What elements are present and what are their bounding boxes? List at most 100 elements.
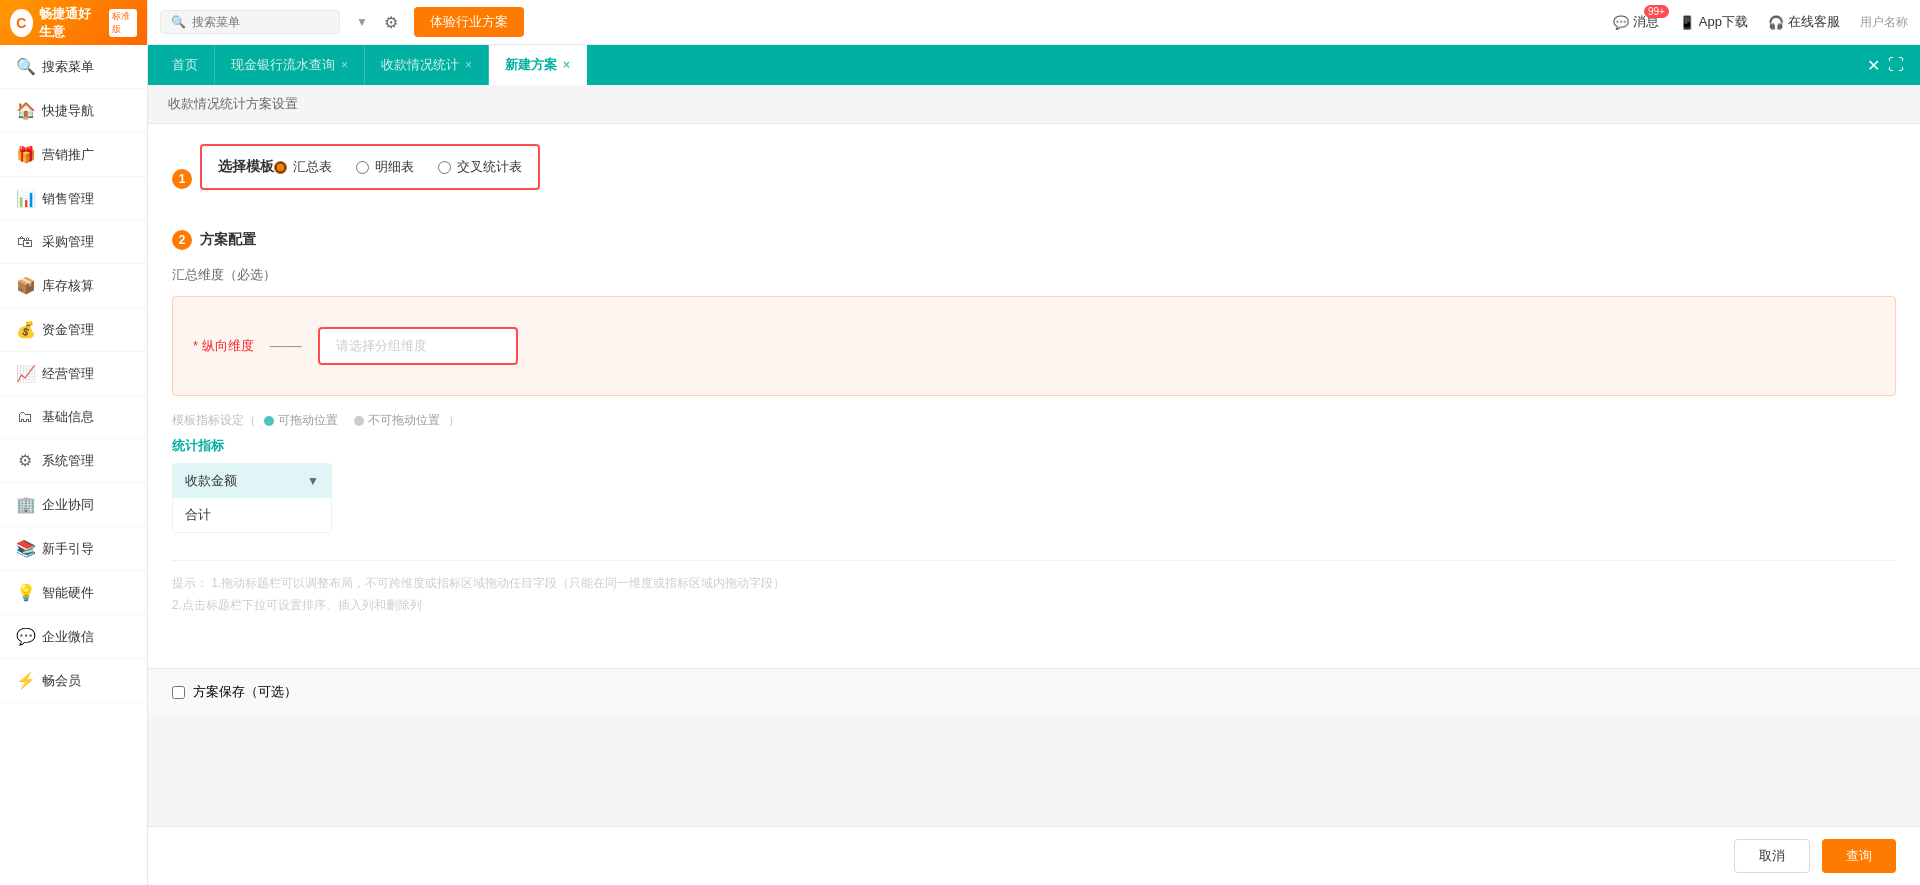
metrics-body-row: 合计 (173, 498, 331, 532)
sidebar-item-marketing[interactable]: 🎁 营销推广 (0, 133, 147, 177)
headset-icon: 🎧 (1768, 15, 1784, 30)
sidebar-item-sales[interactable]: 📊 销售管理 (0, 177, 147, 221)
tabbar: 首页 现金银行流水查询 × 收款情况统计 × 新建方案 × ✕ ⛶ (148, 45, 1920, 85)
metrics-legend: 可拖动位置 不可拖动位置 (264, 412, 440, 429)
section1-title: 1 选择模板 汇总表 明细表 交叉统 (172, 144, 1896, 214)
section2-header: 2 方案配置 (172, 230, 1896, 250)
sidebar-item-label: 营销推广 (42, 146, 94, 164)
dim-arrow-icon: —— (270, 337, 302, 355)
cancel-button[interactable]: 取消 (1734, 839, 1810, 873)
tab-bank-close[interactable]: × (341, 58, 348, 72)
tab-home[interactable]: 首页 (156, 45, 215, 85)
search-input[interactable] (192, 15, 312, 29)
template-detail[interactable]: 明细表 (356, 158, 414, 176)
template-detail-radio[interactable] (356, 161, 369, 174)
sidebar-item-system[interactable]: ⚙ 系统管理 (0, 439, 147, 483)
sidebar-item-management[interactable]: 📈 经营管理 (0, 352, 147, 396)
tab-new-label: 新建方案 (505, 56, 557, 74)
newbie-icon: 📚 (16, 539, 34, 558)
legend-draggable: 可拖动位置 (264, 412, 338, 429)
template-summary-radio[interactable] (274, 161, 287, 174)
service-btn[interactable]: 🎧 在线客服 (1768, 13, 1840, 31)
sidebar-item-label: 基础信息 (42, 408, 94, 426)
metrics-table: 收款金额 ▼ 合计 (172, 463, 332, 533)
metrics-hint: 模板指标设定（ 可拖动位置 不可拖动位置 ） (172, 412, 1896, 429)
dimension-area: * 纵向维度 —— 请选择分组维度 (172, 296, 1896, 396)
template-cross-label: 交叉统计表 (457, 158, 522, 176)
tab-new[interactable]: 新建方案 × (489, 45, 587, 85)
form-area: 1 选择模板 汇总表 明细表 交叉统 (148, 124, 1920, 668)
save-checkbox[interactable] (172, 686, 185, 699)
config-subtitle: 汇总维度（必选） (172, 266, 1896, 284)
management-icon: 📈 (16, 364, 34, 383)
sidebar-item-label: 销售管理 (42, 190, 94, 208)
sidebar-item-finance[interactable]: 💰 资金管理 (0, 308, 147, 352)
logo-text: 畅捷通好生意 (39, 5, 102, 41)
system-icon: ⚙ (16, 451, 34, 470)
sidebar-item-quicknav[interactable]: 🏠 快捷导航 (0, 89, 147, 133)
sidebar-item-newbie[interactable]: 📚 新手引导 (0, 527, 147, 571)
logo-area: C 畅捷通好生意 标准版 (0, 0, 147, 45)
sidebar-item-hardware[interactable]: 💡 智能硬件 (0, 571, 147, 615)
search-box[interactable]: 🔍 (160, 10, 340, 34)
legend-fixed: 不可拖动位置 (354, 412, 440, 429)
tab-bank-label: 现金银行流水查询 (231, 56, 335, 74)
query-button[interactable]: 查询 (1822, 839, 1896, 873)
dropdown-arrow-icon[interactable]: ▼ (356, 15, 368, 29)
message-btn[interactable]: 💬 消息 99+ (1613, 13, 1659, 31)
sidebar-item-member[interactable]: ⚡ 畅会员 (0, 659, 147, 703)
enterprise-icon: 🏢 (16, 495, 34, 514)
sidebar-item-search[interactable]: 🔍 搜索菜单 (0, 45, 147, 89)
sidebar-item-wechat[interactable]: 💬 企业微信 (0, 615, 147, 659)
sidebar-item-label: 智能硬件 (42, 584, 94, 602)
metrics-body-label: 合计 (185, 507, 211, 522)
tab-maximize-btn[interactable]: ⛶ (1888, 56, 1904, 75)
tab-close-window-btn[interactable]: ✕ (1867, 56, 1880, 75)
tab-home-label: 首页 (172, 56, 198, 74)
metrics-hint-label: 模板指标设定（ (172, 412, 256, 429)
tab-bank[interactable]: 现金银行流水查询 × (215, 45, 365, 85)
section1-label: 选择模板 (218, 158, 274, 176)
tip1: 提示： 1.拖动标题栏可以调整布局，不可跨维度或指标区域拖动任目字段（只能在同一… (172, 573, 1896, 595)
metrics-hint-close: ） (448, 412, 460, 429)
home-icon: 🏠 (16, 101, 34, 120)
sidebar-item-label: 快捷导航 (42, 102, 94, 120)
template-cross-radio[interactable] (438, 161, 451, 174)
metrics-chevron-icon[interactable]: ▼ (307, 474, 319, 488)
gift-icon: 🎁 (16, 145, 34, 164)
template-cross[interactable]: 交叉统计表 (438, 158, 522, 176)
search-icon: 🔍 (16, 57, 34, 76)
member-icon: ⚡ (16, 671, 34, 690)
sidebar-item-label: 搜索菜单 (42, 58, 94, 76)
tab-stats-close[interactable]: × (465, 58, 472, 72)
tab-stats[interactable]: 收款情况统计 × (365, 45, 489, 85)
template-section: 选择模板 汇总表 明细表 交叉统计表 (200, 144, 540, 190)
download-btn[interactable]: 📱 App下载 (1679, 13, 1748, 31)
sidebar-item-label: 采购管理 (42, 233, 94, 251)
industry-btn[interactable]: 体验行业方案 (414, 7, 524, 37)
dim-select-box[interactable]: 请选择分组维度 (318, 327, 518, 365)
sidebar-item-label: 资金管理 (42, 321, 94, 339)
sidebar-item-purchase[interactable]: 🛍 采购管理 (0, 221, 147, 264)
sidebar-item-label: 系统管理 (42, 452, 94, 470)
tips-area: 提示： 1.拖动标题栏可以调整布局，不可跨维度或指标区域拖动任目字段（只能在同一… (172, 560, 1896, 628)
sidebar-item-label: 畅会员 (42, 672, 81, 690)
sidebar-item-basic[interactable]: 🗂 基础信息 (0, 396, 147, 439)
save-option: 方案保存（可选） (148, 668, 1920, 715)
sidebar-item-enterprise[interactable]: 🏢 企业协同 (0, 483, 147, 527)
template-summary[interactable]: 汇总表 (274, 158, 332, 176)
dim-row: * 纵向维度 —— 请选择分组维度 (193, 327, 1875, 365)
breadcrumb: 收款情况统计方案设置 (168, 96, 298, 111)
purchase-icon: 🛍 (16, 233, 34, 251)
tab-new-close[interactable]: × (563, 58, 570, 72)
section2-label: 方案配置 (200, 231, 256, 249)
sidebar-item-inventory[interactable]: 📦 库存核算 (0, 264, 147, 308)
template-summary-label: 汇总表 (293, 158, 332, 176)
sidebar-item-label: 库存核算 (42, 277, 94, 295)
gear-icon[interactable]: ⚙ (384, 13, 398, 32)
content-area: 收款情况统计方案设置 1 选择模板 汇总表 明细表 (148, 85, 1920, 826)
sidebar-item-label: 企业微信 (42, 628, 94, 646)
hardware-icon: 💡 (16, 583, 34, 602)
sidebar: C 畅捷通好生意 标准版 🔍 搜索菜单 🏠 快捷导航 🎁 营销推广 📊 销售管理… (0, 0, 148, 885)
fixed-dot (354, 416, 364, 426)
